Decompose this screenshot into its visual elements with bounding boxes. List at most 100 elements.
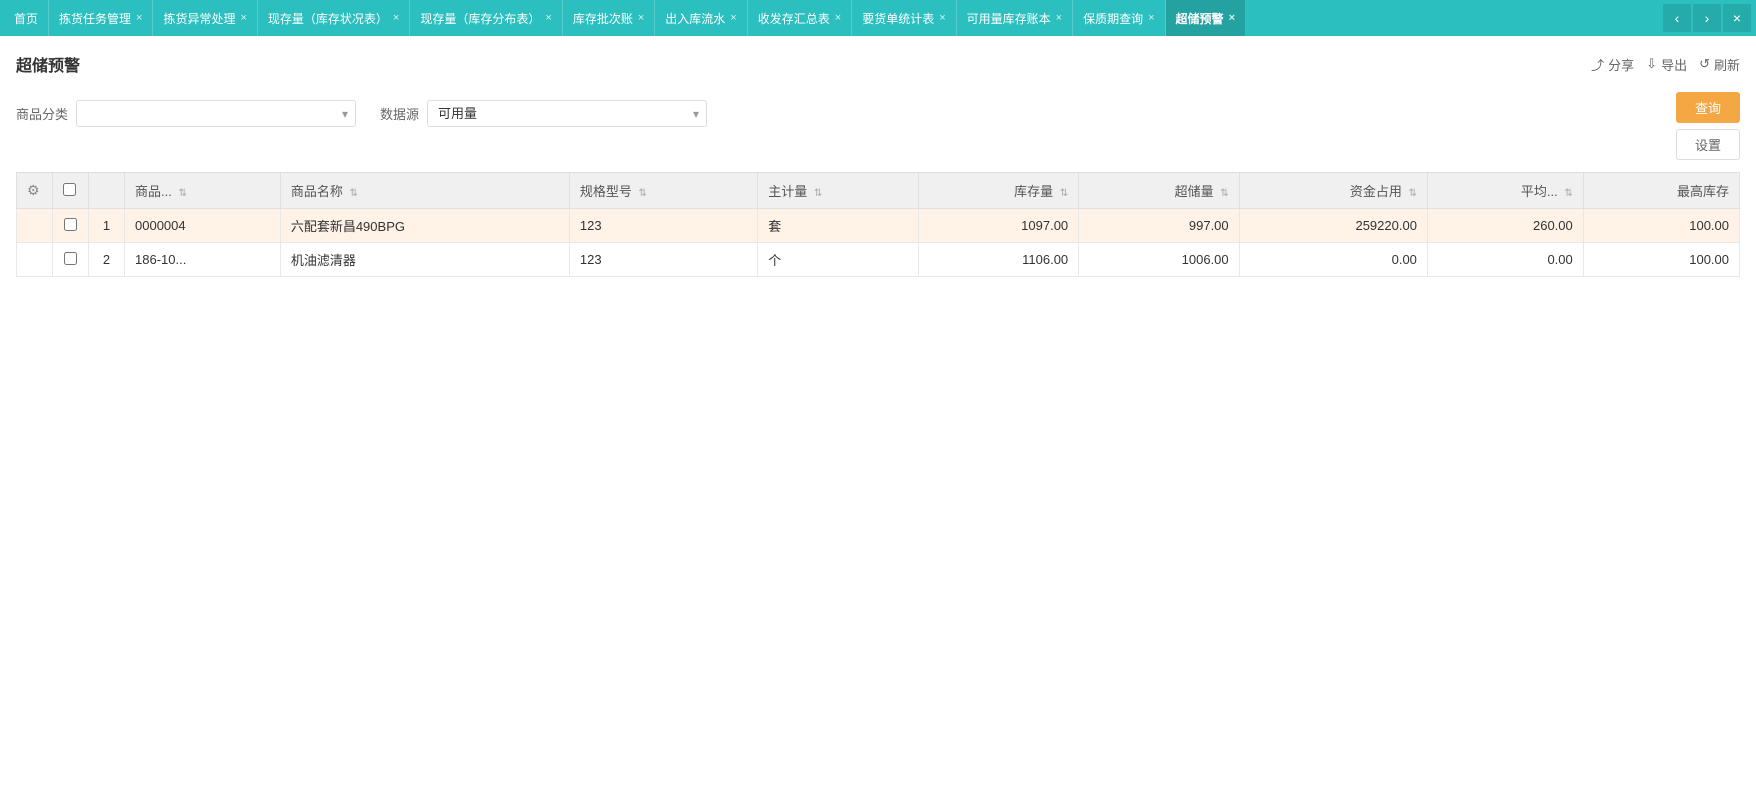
sort-icon: ⇅ bbox=[639, 188, 647, 199]
th-rownum bbox=[89, 173, 125, 209]
datasource-select[interactable]: 可用量 库存量 bbox=[427, 100, 707, 127]
close-icon[interactable]: × bbox=[393, 12, 399, 24]
table-header-row: ⚙ 商品... ⇅ 商品名称 ⇅ 规格型号 ⇅ bbox=[17, 173, 1740, 209]
tab-summary[interactable]: 收发存汇总表 × bbox=[748, 0, 852, 36]
sort-icon: ⇅ bbox=[1220, 188, 1228, 199]
data-table: ⚙ 商品... ⇅ 商品名称 ⇅ 规格型号 ⇅ bbox=[16, 172, 1740, 277]
page-header: 超储预警 ⤴ 分享 ⇩ 导出 ↺ 刷新 bbox=[16, 52, 1740, 76]
close-icon[interactable]: × bbox=[1229, 12, 1235, 24]
page-content: 超储预警 ⤴ 分享 ⇩ 导出 ↺ 刷新 商品分类 bbox=[0, 36, 1756, 800]
sort-icon: ⇅ bbox=[178, 188, 186, 199]
close-icon[interactable]: × bbox=[638, 12, 644, 24]
gear-icon[interactable]: ⚙ bbox=[27, 182, 40, 198]
close-icon[interactable]: × bbox=[1148, 12, 1154, 24]
settings-button[interactable]: 设置 bbox=[1676, 129, 1740, 160]
tab-stock-status[interactable]: 现存量（库存状况表） × bbox=[258, 0, 410, 36]
page-title: 超储预警 bbox=[16, 52, 80, 76]
share-button[interactable]: ⤴ 分享 bbox=[1591, 55, 1634, 74]
header-actions: ⤴ 分享 ⇩ 导出 ↺ 刷新 bbox=[1591, 55, 1740, 74]
action-buttons: 查询 设置 bbox=[1676, 92, 1740, 160]
sort-icon: ⇅ bbox=[814, 188, 822, 199]
td-capital: 259220.00 bbox=[1239, 209, 1427, 243]
th-product-code[interactable]: 商品... ⇅ bbox=[125, 173, 281, 209]
nav-prev-button[interactable]: ‹ bbox=[1663, 4, 1691, 32]
tab-quality[interactable]: 保质期查询 × bbox=[1073, 0, 1165, 36]
share-icon: ⤴ bbox=[1591, 55, 1604, 74]
nav-next-button[interactable]: › bbox=[1693, 4, 1721, 32]
th-settings[interactable]: ⚙ bbox=[17, 173, 53, 209]
topbar-nav: ‹ › × bbox=[1662, 4, 1752, 32]
sort-icon: ⇅ bbox=[1409, 188, 1417, 199]
sort-icon: ⇅ bbox=[349, 188, 357, 199]
close-icon[interactable]: × bbox=[835, 12, 841, 24]
th-unit[interactable]: 主计量 ⇅ bbox=[758, 173, 918, 209]
tab-home[interactable]: 首页 bbox=[4, 0, 49, 36]
th-stock[interactable]: 库存量 ⇅ bbox=[918, 173, 1078, 209]
td-capital: 0.00 bbox=[1239, 243, 1427, 277]
td-stock: 1097.00 bbox=[918, 209, 1078, 243]
export-icon: ⇩ bbox=[1646, 56, 1657, 72]
row-checkbox[interactable] bbox=[64, 218, 77, 231]
td-overstock: 1006.00 bbox=[1079, 243, 1239, 277]
category-label: 商品分类 bbox=[16, 104, 68, 123]
nav-more-button[interactable]: × bbox=[1723, 4, 1751, 32]
filter-row: 商品分类 数据源 可用量 库存量 bbox=[16, 92, 1660, 135]
category-select-wrap bbox=[76, 100, 356, 127]
tab-available[interactable]: 可用量库存账本 × bbox=[957, 0, 1073, 36]
tab-batch[interactable]: 库存批次账 × bbox=[563, 0, 655, 36]
td-unit: 个 bbox=[758, 243, 918, 277]
refresh-button[interactable]: ↺ 刷新 bbox=[1699, 55, 1740, 74]
table-row: 1 0000004 六配套新昌490BPG 123 套 1097.00 997.… bbox=[17, 209, 1740, 243]
tab-inout-flow[interactable]: 出入库流水 × bbox=[655, 0, 747, 36]
td-product-code: 0000004 bbox=[125, 209, 281, 243]
td-product-name: 六配套新昌490BPG bbox=[280, 209, 569, 243]
close-icon[interactable]: × bbox=[1056, 12, 1062, 24]
close-icon[interactable]: × bbox=[730, 12, 736, 24]
td-checkbox bbox=[53, 209, 89, 243]
td-max-stock: 100.00 bbox=[1583, 209, 1739, 243]
td-settings bbox=[17, 209, 53, 243]
th-max-stock[interactable]: 最高库存 bbox=[1583, 173, 1739, 209]
select-all-checkbox[interactable] bbox=[63, 183, 76, 196]
th-checkbox bbox=[53, 173, 89, 209]
td-unit: 套 bbox=[758, 209, 918, 243]
td-checkbox bbox=[53, 243, 89, 277]
td-overstock: 997.00 bbox=[1079, 209, 1239, 243]
th-avg[interactable]: 平均... ⇅ bbox=[1427, 173, 1583, 209]
tab-stock-dist[interactable]: 现存量（库存分布表） × bbox=[410, 0, 562, 36]
sort-icon: ⇅ bbox=[1564, 188, 1572, 199]
topbar: 首页 拣货任务管理 × 拣货异常处理 × 现存量（库存状况表） × 现存量（库存… bbox=[0, 0, 1756, 36]
close-icon[interactable]: × bbox=[240, 12, 246, 24]
tab-pick-task[interactable]: 拣货任务管理 × bbox=[49, 0, 153, 36]
td-stock: 1106.00 bbox=[918, 243, 1078, 277]
td-avg: 0.00 bbox=[1427, 243, 1583, 277]
tab-pick-exception[interactable]: 拣货异常处理 × bbox=[153, 0, 257, 36]
close-icon[interactable]: × bbox=[939, 12, 945, 24]
th-overstock[interactable]: 超储量 ⇅ bbox=[1079, 173, 1239, 209]
category-filter: 商品分类 bbox=[16, 100, 356, 127]
close-icon[interactable]: × bbox=[545, 12, 551, 24]
td-spec: 123 bbox=[569, 243, 757, 277]
td-avg: 260.00 bbox=[1427, 209, 1583, 243]
export-button[interactable]: ⇩ 导出 bbox=[1646, 55, 1687, 74]
row-checkbox[interactable] bbox=[64, 252, 77, 265]
tab-overstock[interactable]: 超储预警 × bbox=[1166, 0, 1246, 36]
query-button[interactable]: 查询 bbox=[1676, 92, 1740, 123]
td-product-code: 186-10... bbox=[125, 243, 281, 277]
table-row: 2 186-10... 机油滤清器 123 个 1106.00 1006.00 … bbox=[17, 243, 1740, 277]
td-rownum: 2 bbox=[89, 243, 125, 277]
sort-icon: ⇅ bbox=[1060, 188, 1068, 199]
close-icon[interactable]: × bbox=[136, 12, 142, 24]
datasource-label: 数据源 bbox=[380, 104, 419, 123]
datasource-filter: 数据源 可用量 库存量 bbox=[380, 100, 707, 127]
th-product-name[interactable]: 商品名称 ⇅ bbox=[280, 173, 569, 209]
td-max-stock: 100.00 bbox=[1583, 243, 1739, 277]
category-select[interactable] bbox=[76, 100, 356, 127]
th-spec[interactable]: 规格型号 ⇅ bbox=[569, 173, 757, 209]
tab-order-stat[interactable]: 要货单统计表 × bbox=[852, 0, 956, 36]
datasource-select-wrap: 可用量 库存量 bbox=[427, 100, 707, 127]
th-capital[interactable]: 资金占用 ⇅ bbox=[1239, 173, 1427, 209]
td-spec: 123 bbox=[569, 209, 757, 243]
td-settings bbox=[17, 243, 53, 277]
td-product-name: 机油滤清器 bbox=[280, 243, 569, 277]
